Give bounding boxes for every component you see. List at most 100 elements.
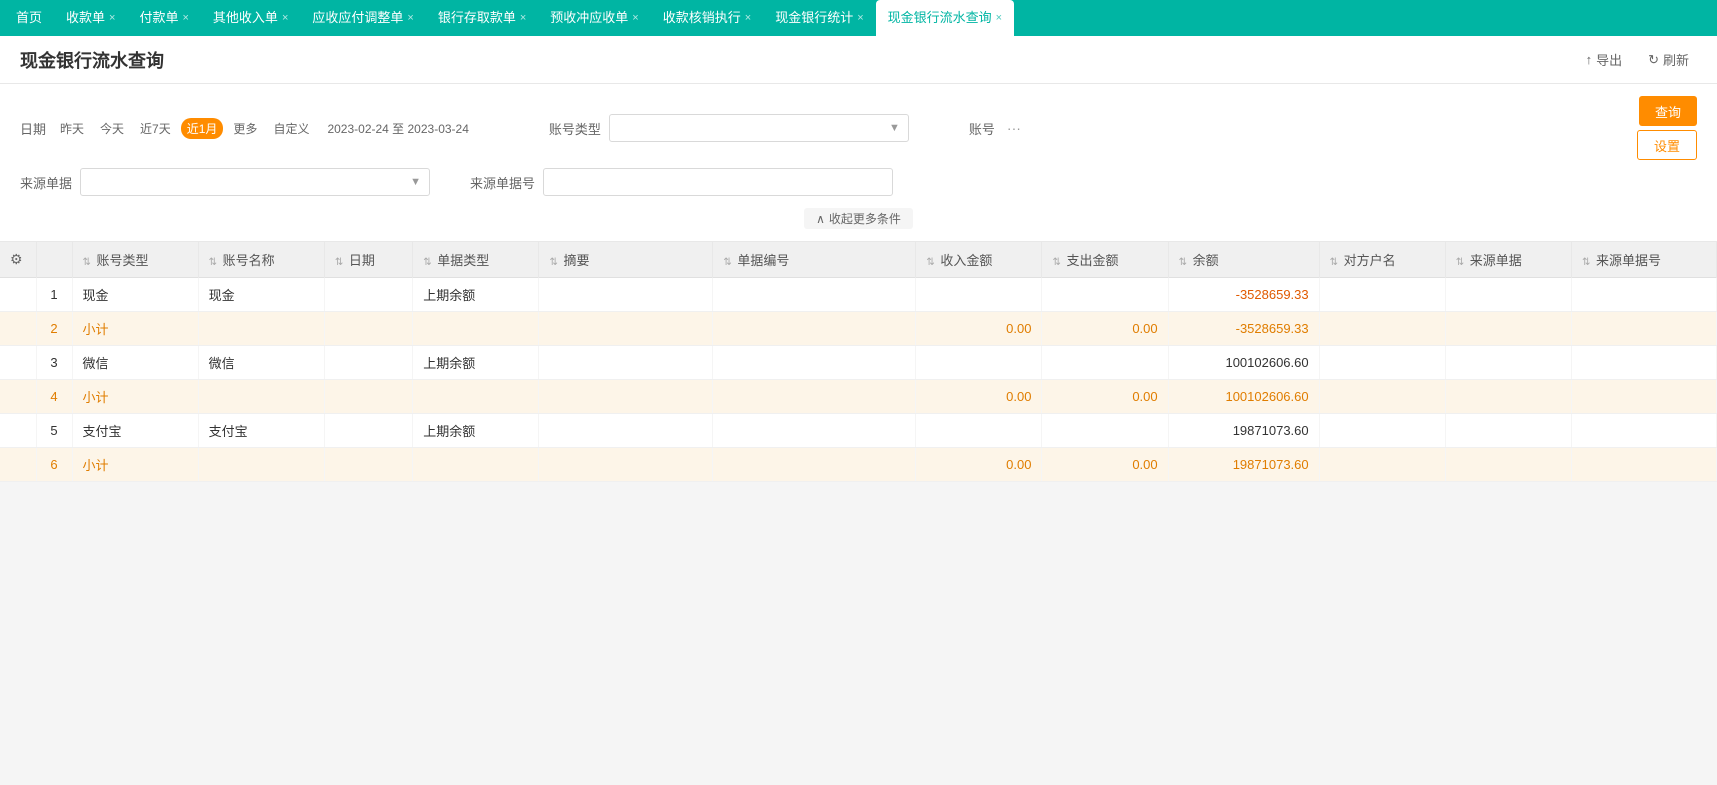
td-num: 6 — [36, 448, 72, 482]
date-opt-7days[interactable]: 近7天 — [134, 118, 177, 139]
source-doc-no-label: 来源单据号 — [470, 173, 535, 192]
td-source-doc-no — [1571, 346, 1716, 380]
date-opt-custom[interactable]: 自定义 — [267, 118, 315, 139]
close-icon[interactable]: × — [996, 0, 1002, 36]
sort-icon: ⇅ — [423, 257, 431, 268]
th-doc-type[interactable]: ⇅ 单据类型 — [413, 242, 539, 278]
date-opt-more[interactable]: 更多 — [227, 118, 263, 139]
td-date — [324, 380, 412, 414]
td-settings — [0, 448, 36, 482]
collapse-bar: ∧ 收起更多条件 — [20, 204, 1697, 233]
sort-icon: ⇅ — [1582, 257, 1590, 268]
th-counterpart[interactable]: ⇅ 对方户名 — [1319, 242, 1445, 278]
sort-icon: ⇅ — [335, 257, 343, 268]
sort-icon: ⇅ — [1330, 257, 1338, 268]
gear-icon[interactable]: ⚙ — [10, 251, 23, 267]
close-icon[interactable]: × — [109, 0, 115, 36]
td-summary — [539, 278, 713, 312]
table-header-row: ⚙ ⇅ 账号类型 ⇅ 账号名称 ⇅ 日期 ⇅ 单据类型 — [0, 242, 1717, 278]
sort-icon: ⇅ — [926, 257, 934, 268]
td-num: 5 — [36, 414, 72, 448]
export-button[interactable]: ↑ 导出 — [1578, 46, 1631, 73]
td-expense — [1042, 346, 1168, 380]
td-account-name — [198, 448, 324, 482]
nav-collection-exec[interactable]: 收款核销执行 × — [651, 0, 763, 36]
ellipsis-icon[interactable]: ··· — [1003, 120, 1025, 136]
td-counterpart — [1319, 380, 1445, 414]
nav-other-income[interactable]: 其他收入单 × — [201, 0, 300, 36]
nav-ar-ap-adjust[interactable]: 应收应付调整单 × — [300, 0, 425, 36]
date-opt-1month[interactable]: 近1月 — [181, 118, 224, 139]
th-account-name[interactable]: ⇅ 账号名称 — [198, 242, 324, 278]
td-balance: 19871073.60 — [1168, 448, 1319, 482]
td-source-doc-no — [1571, 380, 1716, 414]
th-summary[interactable]: ⇅ 摘要 — [539, 242, 713, 278]
td-source-doc-no — [1571, 414, 1716, 448]
td-settings — [0, 380, 36, 414]
close-icon[interactable]: × — [520, 0, 526, 36]
th-doc-no[interactable]: ⇅ 单据编号 — [713, 242, 916, 278]
td-expense: 0.00 — [1042, 380, 1168, 414]
td-account-type: 现金 — [72, 278, 198, 312]
td-source-doc — [1445, 312, 1571, 346]
nav-prepayment[interactable]: 预收冲应收单 × — [538, 0, 650, 36]
sort-icon: ⇅ — [1456, 257, 1464, 268]
account-filter-group: 账号 ··· — [969, 119, 1025, 138]
close-icon[interactable]: × — [407, 0, 413, 36]
filter-row-1: 日期 昨天 今天 近7天 近1月 更多 自定义 2023-02-24 至 202… — [20, 96, 1697, 160]
td-source-doc — [1445, 414, 1571, 448]
date-opt-yesterday[interactable]: 昨天 — [54, 118, 90, 139]
th-account-type[interactable]: ⇅ 账号类型 — [72, 242, 198, 278]
settings-button[interactable]: 设置 — [1637, 130, 1697, 160]
source-doc-no-input[interactable] — [543, 168, 893, 196]
nav-payment[interactable]: 付款单 × — [127, 0, 200, 36]
td-date — [324, 312, 412, 346]
td-source-doc-no — [1571, 448, 1716, 482]
nav-cash-bank-stats[interactable]: 现金银行统计 × — [763, 0, 875, 36]
td-expense: 0.00 — [1042, 312, 1168, 346]
nav-home[interactable]: 首页 — [4, 0, 54, 36]
th-income[interactable]: ⇅ 收入金额 — [916, 242, 1042, 278]
td-source-doc — [1445, 278, 1571, 312]
td-counterpart — [1319, 448, 1445, 482]
th-source-doc[interactable]: ⇅ 来源单据 — [1445, 242, 1571, 278]
date-opt-today[interactable]: 今天 — [94, 118, 130, 139]
close-icon[interactable]: × — [632, 0, 638, 36]
td-doc-type: 上期余额 — [413, 414, 539, 448]
td-doc-type — [413, 448, 539, 482]
td-balance: 19871073.60 — [1168, 414, 1319, 448]
th-settings[interactable]: ⚙ — [0, 242, 36, 278]
query-button[interactable]: 查询 — [1639, 96, 1697, 126]
th-balance[interactable]: ⇅ 余额 — [1168, 242, 1319, 278]
close-icon[interactable]: × — [182, 0, 188, 36]
th-date[interactable]: ⇅ 日期 — [324, 242, 412, 278]
td-income: 0.00 — [916, 312, 1042, 346]
close-icon[interactable]: × — [745, 0, 751, 36]
nav-cash-bank-flow[interactable]: 现金银行流水查询 × — [876, 0, 1014, 36]
close-icon[interactable]: × — [282, 0, 288, 36]
table-row: 5支付宝支付宝上期余额19871073.60 — [0, 414, 1717, 448]
td-summary — [539, 448, 713, 482]
td-doc-no — [713, 414, 916, 448]
collapse-button[interactable]: ∧ 收起更多条件 — [804, 208, 913, 229]
chevron-up-icon: ∧ — [816, 212, 825, 226]
th-source-doc-no[interactable]: ⇅ 来源单据号 — [1571, 242, 1716, 278]
td-account-type: 小计 — [72, 448, 198, 482]
td-doc-type: 上期余额 — [413, 278, 539, 312]
refresh-button[interactable]: ↻ 刷新 — [1640, 46, 1697, 73]
td-balance: 100102606.60 — [1168, 380, 1319, 414]
source-doc-select[interactable]: ▼ — [80, 168, 430, 196]
refresh-icon: ↻ — [1648, 52, 1659, 68]
sort-icon: ⇅ — [723, 257, 731, 268]
export-icon: ↑ — [1586, 52, 1593, 67]
td-account-type: 支付宝 — [72, 414, 198, 448]
account-type-select[interactable]: ▼ — [609, 114, 909, 142]
th-expense[interactable]: ⇅ 支出金额 — [1042, 242, 1168, 278]
nav-bank-deposit[interactable]: 银行存取款单 × — [426, 0, 538, 36]
td-settings — [0, 346, 36, 380]
td-doc-type — [413, 380, 539, 414]
td-source-doc-no — [1571, 312, 1716, 346]
close-icon[interactable]: × — [857, 0, 863, 36]
nav-receipt[interactable]: 收款单 × — [54, 0, 127, 36]
td-num: 2 — [36, 312, 72, 346]
